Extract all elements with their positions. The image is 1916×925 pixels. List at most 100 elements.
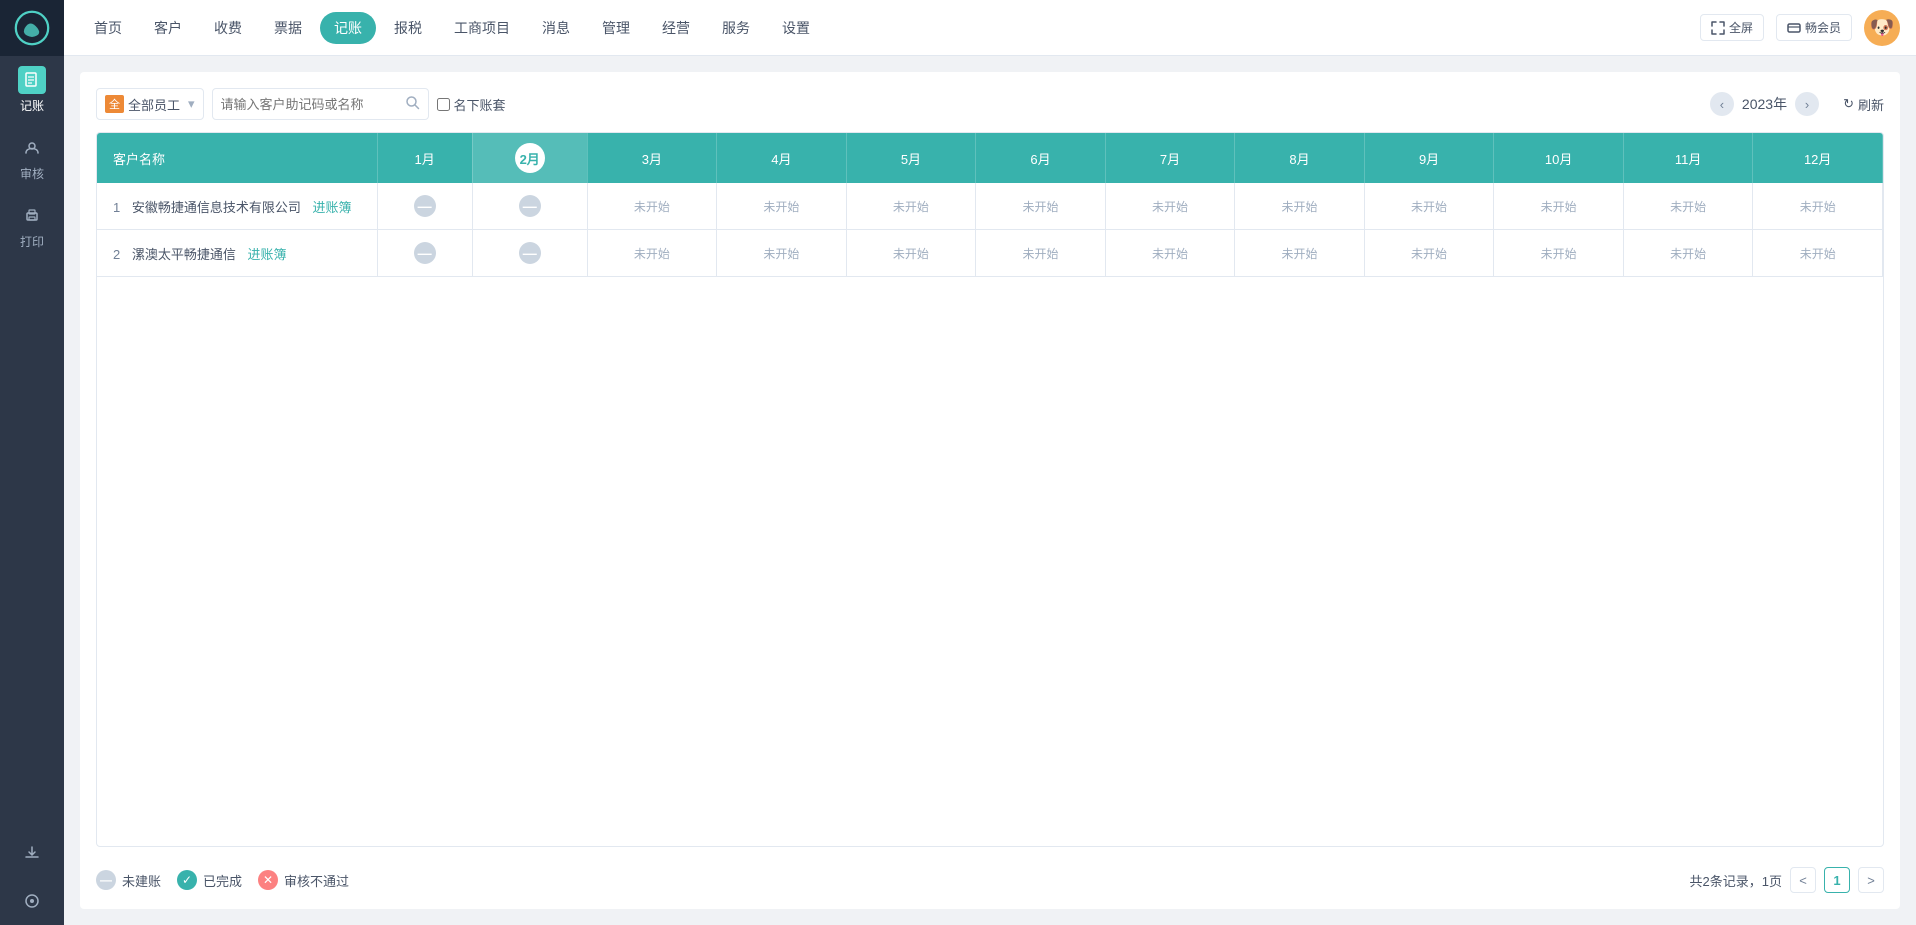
avatar[interactable]: 🐶	[1864, 10, 1900, 46]
col-header-apr: 4月	[717, 133, 847, 183]
nav-settings[interactable]: 设置	[768, 12, 824, 44]
nav-billing[interactable]: 收费	[200, 12, 256, 44]
search-icon[interactable]	[405, 95, 420, 113]
status-not-started: 未开始	[1670, 200, 1706, 214]
nav-tax[interactable]: 报税	[380, 12, 436, 44]
status-not-started: 未开始	[1282, 247, 1318, 261]
employee-select[interactable]: 全 全部员工 ▾	[96, 88, 204, 120]
table-cell-month-2[interactable]: —	[472, 183, 587, 230]
table-cell-month-7: 未开始	[1105, 230, 1235, 277]
table-cell-month-8: 未开始	[1235, 230, 1365, 277]
sidebar-item-download[interactable]	[0, 829, 64, 877]
fullscreen-icon	[1711, 21, 1725, 35]
table-cell-name: 1 安徽畅捷通信息技术有限公司 进账簿	[97, 183, 377, 230]
next-year-button[interactable]: ›	[1795, 92, 1819, 116]
search-input[interactable]	[221, 97, 401, 112]
table-cell-month-5: 未开始	[846, 183, 976, 230]
status-not-started: 未开始	[893, 247, 929, 261]
col-header-feb: 2月	[472, 133, 587, 183]
col-header-jan: 1月	[377, 133, 472, 183]
audit-icon	[18, 134, 46, 162]
sidebar-item-ledger-label: 记账	[20, 97, 44, 114]
refresh-label: 刷新	[1858, 95, 1884, 114]
table-cell-month-4: 未开始	[717, 230, 847, 277]
sidebar-item-ledger[interactable]: 记账	[0, 56, 64, 124]
status-not-started: 未开始	[1022, 247, 1058, 261]
sidebar-item-audit[interactable]: 审核	[0, 124, 64, 192]
pagination: 共2条记录，1页 < 1 >	[1690, 867, 1884, 893]
table-cell-month-2[interactable]: —	[472, 230, 587, 277]
member-icon	[1787, 21, 1801, 35]
next-page-button[interactable]: >	[1858, 867, 1884, 893]
status-not-started: 未开始	[1282, 200, 1318, 214]
pagination-total: 共2条记录，1页	[1690, 871, 1782, 890]
row-number: 1	[113, 200, 120, 215]
status-dash-icon[interactable]: —	[519, 195, 541, 217]
support-icon	[18, 887, 46, 915]
table-cell-month-1[interactable]: —	[377, 183, 472, 230]
table-cell-month-3: 未开始	[587, 183, 717, 230]
employee-tag: 全	[105, 95, 124, 113]
sidebar-item-print[interactable]: 打印	[0, 192, 64, 260]
row-number: 2	[113, 247, 120, 262]
member-button[interactable]: 畅会员	[1776, 14, 1852, 41]
enter-ledger-link[interactable]: 进账簿	[313, 200, 352, 215]
legend-not-started: — 未建账	[96, 870, 161, 890]
footer: — 未建账 ✓ 已完成 ✕ 审核不通过 共2条记录，1页 < 1	[96, 859, 1884, 893]
status-not-started: 未开始	[634, 247, 670, 261]
enter-ledger-link[interactable]: 进账簿	[248, 247, 287, 262]
col-header-mar: 3月	[587, 133, 717, 183]
prev-page-button[interactable]: <	[1790, 867, 1816, 893]
chevron-down-icon: ▾	[188, 96, 195, 112]
nav-invoice[interactable]: 票据	[260, 12, 316, 44]
ledger-table: 客户名称 1月 2月 3月 4月 5月 6月 7月 8月 9月	[97, 133, 1883, 277]
nav-home[interactable]: 首页	[80, 12, 136, 44]
prev-year-button[interactable]: ‹	[1710, 92, 1734, 116]
table-cell-month-8: 未开始	[1235, 183, 1365, 230]
current-page: 1	[1824, 867, 1850, 893]
my-accounts-checkbox[interactable]: 名下账套	[437, 95, 506, 114]
table-cell-month-10: 未开始	[1494, 183, 1624, 230]
nav-manage[interactable]: 管理	[588, 12, 644, 44]
status-not-started: 未开始	[1152, 200, 1188, 214]
my-accounts-check[interactable]	[437, 98, 450, 111]
refresh-icon: ↻	[1843, 96, 1854, 112]
refresh-button[interactable]: ↻ 刷新	[1843, 95, 1884, 114]
status-not-started: 未开始	[763, 200, 799, 214]
legend-not-started-label: 未建账	[122, 871, 161, 890]
status-dash-icon[interactable]: —	[414, 195, 436, 217]
status-not-started: 未开始	[893, 200, 929, 214]
table-cell-month-1[interactable]: —	[377, 230, 472, 277]
status-dash-icon[interactable]: —	[519, 242, 541, 264]
table-header-row: 客户名称 1月 2月 3月 4月 5月 6月 7月 8月 9月	[97, 133, 1883, 183]
nav-business[interactable]: 工商项目	[440, 12, 524, 44]
nav-ledger[interactable]: 记账	[320, 12, 376, 44]
ledger-icon	[18, 66, 46, 94]
col-header-jun: 6月	[976, 133, 1106, 183]
search-wrapper	[212, 88, 429, 120]
navbar: 首页 客户 收费 票据 记账 报税 工商项目 消息 管理 经营 服务 设置 全屏…	[64, 0, 1916, 56]
sidebar-item-audit-label: 审核	[20, 165, 44, 182]
table-cell-month-11: 未开始	[1623, 230, 1753, 277]
col-header-name: 客户名称	[97, 133, 377, 183]
print-icon	[18, 202, 46, 230]
fullscreen-button[interactable]: 全屏	[1700, 14, 1764, 41]
col-header-sep: 9月	[1364, 133, 1494, 183]
status-not-started: 未开始	[763, 247, 799, 261]
table-cell-month-5: 未开始	[846, 230, 976, 277]
legend-rejected: ✕ 审核不通过	[258, 870, 349, 890]
logo	[0, 0, 64, 56]
my-accounts-label: 名下账套	[454, 95, 506, 114]
col-header-dec: 12月	[1753, 133, 1883, 183]
nav-message[interactable]: 消息	[528, 12, 584, 44]
legend-completed-label: 已完成	[203, 871, 242, 890]
status-dash-icon[interactable]: —	[414, 242, 436, 264]
member-label: 畅会员	[1805, 19, 1841, 36]
nav-customer[interactable]: 客户	[140, 12, 196, 44]
sidebar-item-support[interactable]	[0, 877, 64, 925]
nav-service[interactable]: 服务	[708, 12, 764, 44]
legend-completed: ✓ 已完成	[177, 870, 242, 890]
fullscreen-label: 全屏	[1729, 19, 1753, 36]
ledger-table-wrapper: 客户名称 1月 2月 3月 4月 5月 6月 7月 8月 9月	[96, 132, 1884, 847]
nav-operation[interactable]: 经营	[648, 12, 704, 44]
